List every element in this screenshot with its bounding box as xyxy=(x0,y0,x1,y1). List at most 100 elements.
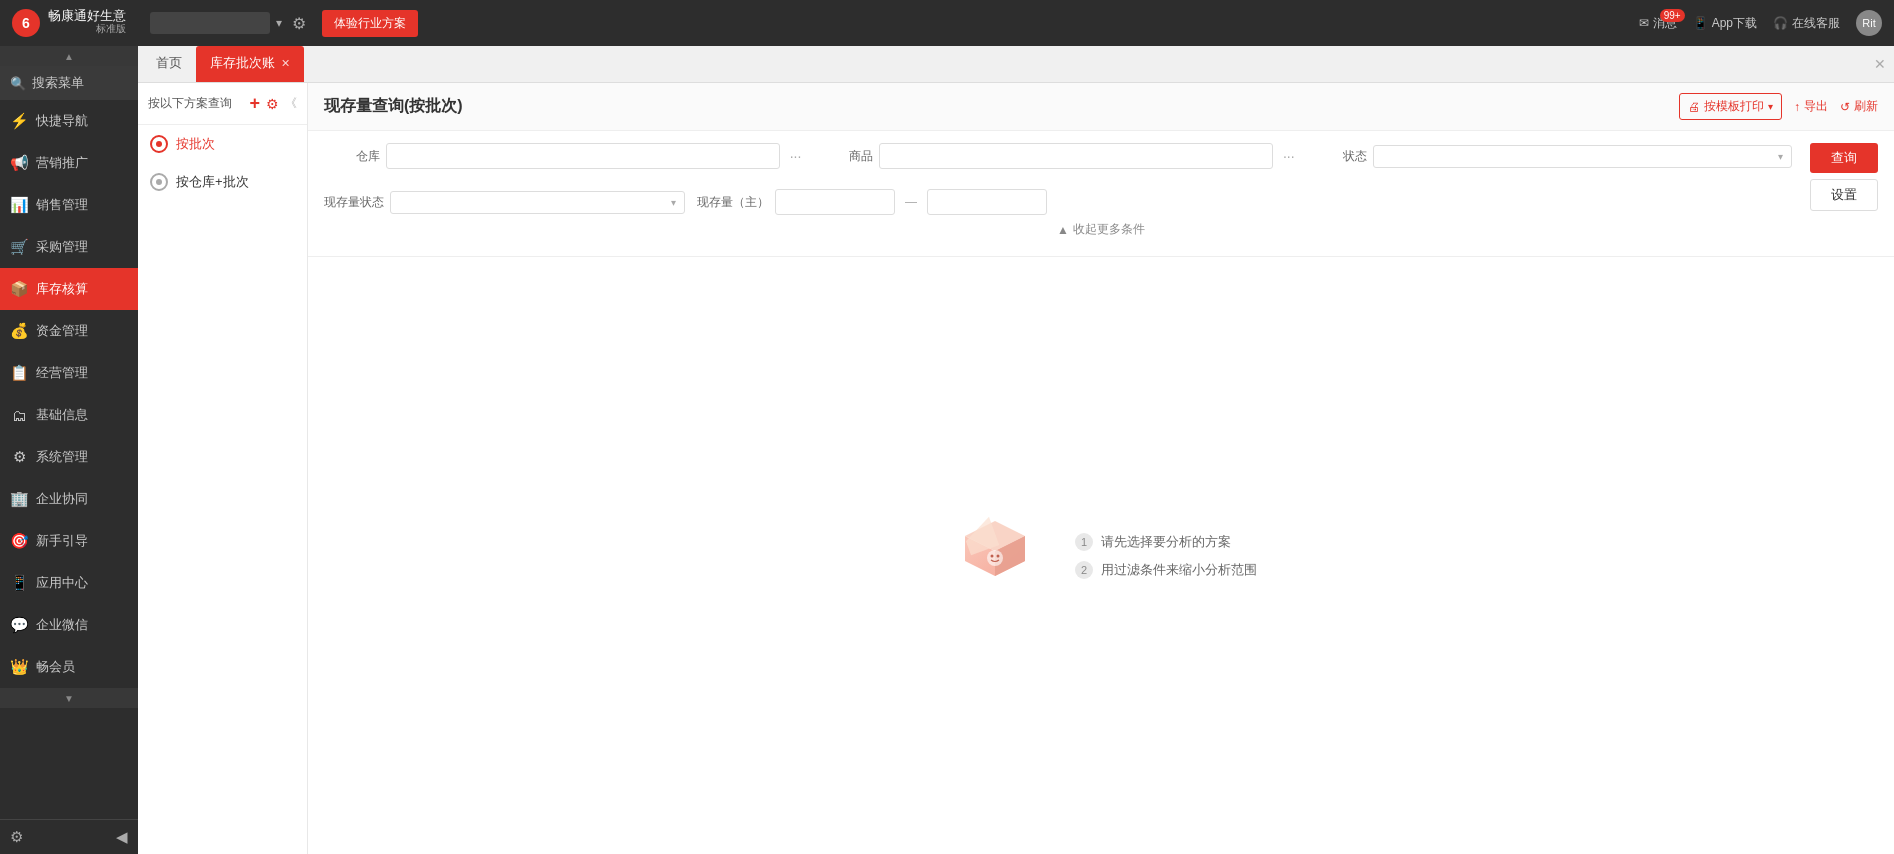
goods-label: 商品 xyxy=(817,148,873,165)
sidebar-item-finance[interactable]: 💰 资金管理 xyxy=(0,310,138,352)
tab-inventory-batch[interactable]: 库存批次账 ✕ xyxy=(196,46,304,82)
tab-home[interactable]: 首页 xyxy=(142,46,196,82)
app-download-icon: 📱 xyxy=(1693,16,1708,30)
sidebar-item-inventory[interactable]: 📦 库存核算 xyxy=(0,268,138,310)
purchase-icon: 🛒 xyxy=(10,238,28,256)
topbar-dropdown-icon[interactable]: ▾ xyxy=(276,16,282,30)
sidebar-label-operation: 经营管理 xyxy=(36,364,88,382)
tip-text-2: 用过滤条件来缩小分析范围 xyxy=(1101,561,1257,579)
collapse-btn[interactable]: ▲ 收起更多条件 xyxy=(324,215,1878,244)
export-label: 导出 xyxy=(1804,98,1828,115)
warehouse-input[interactable] xyxy=(386,143,780,169)
topbar-gear-icon[interactable]: ⚙ xyxy=(292,14,306,33)
query-button[interactable]: 查询 xyxy=(1810,143,1878,173)
svg-point-7 xyxy=(991,554,994,557)
headset-icon: 🎧 xyxy=(1773,16,1788,30)
wechat-icon: 💬 xyxy=(10,616,28,634)
inventory-qty-from[interactable] xyxy=(775,189,895,215)
sidebar-label-shortcut: 快捷导航 xyxy=(36,112,88,130)
sidebar-item-wechat[interactable]: 💬 企业微信 xyxy=(0,604,138,646)
inventory-icon: 📦 xyxy=(10,280,28,298)
svg-point-1 xyxy=(156,179,162,185)
scheme-add-icon[interactable]: + xyxy=(249,93,260,114)
sidebar-collapse-icon[interactable]: ◀ xyxy=(116,828,128,846)
tab-inventory-batch-label: 库存批次账 xyxy=(210,54,275,72)
sidebar-item-system[interactable]: ⚙ 系统管理 xyxy=(0,436,138,478)
sidebar-item-purchase[interactable]: 🛒 采购管理 xyxy=(0,226,138,268)
sidebar-item-basic[interactable]: 🗂 基础信息 xyxy=(0,394,138,436)
page-header: 现存量查询(按批次) 🖨 按模板打印 ▾ ↑ 导出 ↺ xyxy=(308,83,1894,131)
filter-inventory-status: 现存量状态 ▾ xyxy=(324,191,685,214)
main-layout: ▲ 🔍 搜索菜单 ⚡ 快捷导航 📢 营销推广 📊 销售管理 🛒 采购管理 📦 库… xyxy=(0,46,1894,854)
sidebar-item-member[interactable]: 👑 畅会员 xyxy=(0,646,138,688)
goods-more-icon[interactable]: ··· xyxy=(1279,144,1299,168)
app-download-btn[interactable]: 📱 App下载 xyxy=(1693,15,1757,32)
main-content: 现存量查询(按批次) 🖨 按模板打印 ▾ ↑ 导出 ↺ xyxy=(308,83,1894,854)
print-dropdown-icon[interactable]: ▾ xyxy=(1768,101,1773,112)
tip-num-1: 1 xyxy=(1075,533,1093,551)
search-icon: 🔍 xyxy=(10,76,26,91)
sidebar-scroll-up[interactable]: ▲ xyxy=(0,46,138,66)
warehouse-more-icon[interactable]: ··· xyxy=(786,144,806,168)
empty-tips: 1 请先选择要分析的方案 2 用过滤条件来缩小分析范围 xyxy=(1075,533,1257,579)
scheme-collapse-icon[interactable]: 《 xyxy=(285,95,297,112)
inventory-status-select[interactable]: ▾ xyxy=(390,191,685,214)
scheme-icon-batch xyxy=(150,135,168,153)
sidebar-label-guide: 新手引导 xyxy=(36,532,88,550)
print-btn[interactable]: 🖨 按模板打印 ▾ xyxy=(1679,93,1782,120)
collapse-label: 收起更多条件 xyxy=(1073,221,1145,238)
app-title: 畅康通好生意 xyxy=(48,8,126,24)
sidebar-search[interactable]: 🔍 搜索菜单 xyxy=(0,66,138,100)
sidebar-item-marketing[interactable]: 📢 营销推广 xyxy=(0,142,138,184)
action-buttons: 查询 设置 xyxy=(1810,143,1878,211)
settings-button[interactable]: 设置 xyxy=(1810,179,1878,211)
scheme-item-by-warehouse-batch[interactable]: 按仓库+批次 xyxy=(138,163,307,201)
scheme-label-warehouse-batch: 按仓库+批次 xyxy=(176,173,249,191)
refresh-btn[interactable]: ↺ 刷新 xyxy=(1840,98,1878,115)
topbar-search-input[interactable] xyxy=(150,12,270,34)
app-center-icon: 📱 xyxy=(10,574,28,592)
filter-row-2: 现存量状态 ▾ 现存量（主） xyxy=(324,189,1792,215)
enterprise-icon: 🏢 xyxy=(10,490,28,508)
app-logo: 6 xyxy=(12,9,40,37)
inventory-status-arrow-icon: ▾ xyxy=(671,197,676,208)
sidebar-settings-icon[interactable]: ⚙ xyxy=(10,828,23,846)
scheme-item-by-batch[interactable]: 按批次 xyxy=(138,125,307,163)
sidebar-item-sales[interactable]: 📊 销售管理 xyxy=(0,184,138,226)
sidebar-scroll-down[interactable]: ▼ xyxy=(0,688,138,708)
sidebar-item-operation[interactable]: 📋 经营管理 xyxy=(0,352,138,394)
panel-close-btn[interactable]: ✕ xyxy=(1874,56,1886,72)
inventory-qty-to[interactable] xyxy=(927,189,1047,215)
tip-text-1: 请先选择要分析的方案 xyxy=(1101,533,1231,551)
sidebar-label-finance: 资金管理 xyxy=(36,322,88,340)
topbar: 6 畅康通好生意 标准版 ▾ ⚙ 体验行业方案 ✉ 消息 99+ 📱 App下载… xyxy=(0,0,1894,46)
sidebar-label-marketing: 营销推广 xyxy=(36,154,88,172)
sidebar-label-member: 畅会员 xyxy=(36,658,75,676)
export-btn[interactable]: ↑ 导出 xyxy=(1794,98,1828,115)
online-service-btn[interactable]: 🎧 在线客服 xyxy=(1773,15,1840,32)
svg-point-6 xyxy=(987,550,1003,566)
guide-icon: 🎯 xyxy=(10,532,28,550)
scheme-label-batch: 按批次 xyxy=(176,135,215,153)
topbar-right: ✉ 消息 99+ 📱 App下载 🎧 在线客服 Rit xyxy=(1639,10,1882,36)
topbar-search-area: ▾ ⚙ xyxy=(150,12,306,34)
sidebar-item-shortcut[interactable]: ⚡ 快捷导航 xyxy=(0,100,138,142)
operation-icon: 📋 xyxy=(10,364,28,382)
sidebar-item-app-center[interactable]: 📱 应用中心 xyxy=(0,562,138,604)
goods-input[interactable] xyxy=(879,143,1273,169)
sidebar-label-system: 系统管理 xyxy=(36,448,88,466)
message-btn[interactable]: ✉ 消息 99+ xyxy=(1639,15,1677,32)
scheme-panel: 按以下方案查询 + ⚙ 《 按批次 xyxy=(138,83,308,854)
sidebar-item-enterprise[interactable]: 🏢 企业协同 xyxy=(0,478,138,520)
scheme-settings-icon[interactable]: ⚙ xyxy=(266,96,279,112)
warehouse-label: 仓库 xyxy=(324,148,380,165)
sidebar-item-guide[interactable]: 🎯 新手引导 xyxy=(0,520,138,562)
marketing-icon: 📢 xyxy=(10,154,28,172)
empty-tip-2: 2 用过滤条件来缩小分析范围 xyxy=(1075,561,1257,579)
trial-btn[interactable]: 体验行业方案 xyxy=(322,10,418,37)
user-profile-btn[interactable]: Rit xyxy=(1856,10,1882,36)
app-version: 标准版 xyxy=(96,23,126,35)
tab-close-btn[interactable]: ✕ xyxy=(281,57,290,70)
status-select[interactable]: ▾ xyxy=(1373,145,1792,168)
print-label: 按模板打印 xyxy=(1704,98,1764,115)
